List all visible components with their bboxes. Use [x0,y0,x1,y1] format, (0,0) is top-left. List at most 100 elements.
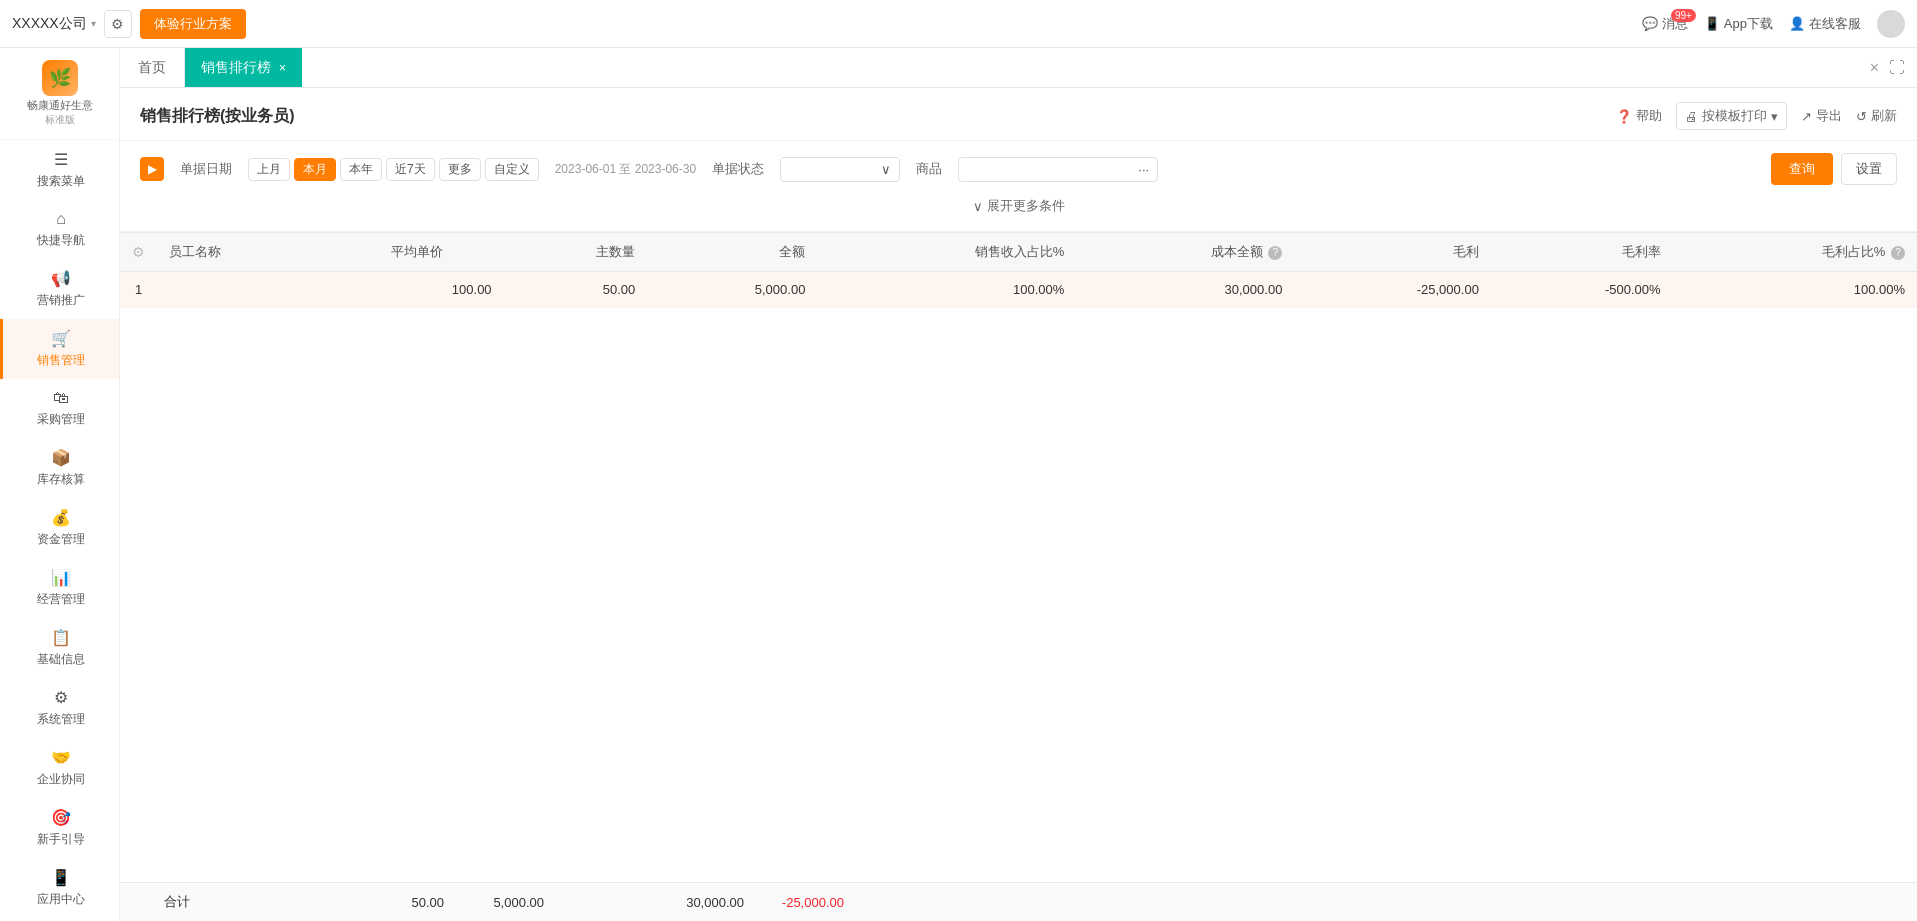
sidebar-item-marketing[interactable]: 📢 营销推广 [0,259,119,319]
sidebar: 🌿 畅康通好生意 标准版 ☰ 搜索菜单 ⌂ 快捷导航 📢 营销推广 🛒 销售管理… [0,48,120,921]
tab-sales-ranking[interactable]: 销售排行榜 × [185,48,302,87]
app-download-icon: 📱 [1704,16,1720,31]
print-button[interactable]: 🖨 按模板打印 ▾ [1676,102,1787,130]
sidebar-item-purchase[interactable]: 🛍 采购管理 [0,379,119,438]
export-label: 导出 [1816,107,1842,125]
sidebar-item-label: 资金管理 [37,531,85,548]
sidebar-item-enterprise[interactable]: 🤝 企业协同 [0,738,119,798]
date-range-text: 2023-06-01 至 2023-06-30 [555,161,696,178]
date-label: 单据日期 [180,160,232,178]
expand-conditions-button[interactable]: ∨ 展开更多条件 [963,193,1075,219]
goods-input[interactable]: ··· [958,157,1158,182]
page-header: 销售排行榜(按业务员) ❓ 帮助 🖨 按模板打印 ▾ ↗ 导出 [120,88,1917,141]
footer-amount: 5,000.00 [444,895,544,910]
date-btn-current-month[interactable]: 本月 [294,158,336,181]
th-settings: ⚙ [120,233,157,272]
top-bar: XXXXX公司 ▾ ⚙ 体验行业方案 💬 消息 99+ 📱 App下载 👤 在线… [0,0,1917,48]
sidebar-item-basic-info[interactable]: 📋 基础信息 [0,618,119,678]
col-settings-icon[interactable]: ⚙ [132,244,145,260]
gross-pct-info-icon[interactable]: ? [1891,246,1905,260]
inner-panel: 销售排行榜(按业务员) ❓ 帮助 🖨 按模板打印 ▾ ↗ 导出 [120,88,1917,921]
goods-more-icon: ··· [1138,162,1149,177]
sidebar-item-label: 经营管理 [37,591,85,608]
cell-qty: 50.00 [504,272,648,308]
date-btn-group: 上月 本月 本年 近7天 更多 自定义 [248,158,539,181]
sidebar-logo: 🌿 畅康通好生意 标准版 [0,48,119,140]
page-title: 销售排行榜(按业务员) [140,106,295,127]
enterprise-icon: 🤝 [51,748,71,767]
table-footer: 合计 50.00 5,000.00 30,000.00 -25,000.00 [120,882,1917,921]
sidebar-item-quick-nav[interactable]: ⌂ 快捷导航 [0,200,119,259]
refresh-label: 刷新 [1871,107,1897,125]
app-download-button[interactable]: 📱 App下载 [1704,15,1773,33]
refresh-button[interactable]: ↺ 刷新 [1856,107,1897,125]
app-center-icon: 📱 [51,868,71,887]
sidebar-item-guide[interactable]: 🎯 新手引导 [0,798,119,858]
export-button[interactable]: ↗ 导出 [1801,107,1842,125]
top-bar-left: XXXXX公司 ▾ ⚙ 体验行业方案 [12,9,1634,39]
th-sales-pct: 销售收入占比% [817,233,1076,272]
page-header-actions: ❓ 帮助 🖨 按模板打印 ▾ ↗ 导出 ↺ 刷新 [1616,102,1897,130]
tab-home[interactable]: 首页 [120,48,185,87]
avatar[interactable] [1877,10,1905,38]
company-selector[interactable]: XXXXX公司 ▾ [12,15,96,33]
top-bar-right: 💬 消息 99+ 📱 App下载 👤 在线客服 [1642,10,1905,38]
print-label: 按模板打印 [1702,107,1767,125]
printer-icon: 🖨 [1685,109,1698,124]
filter-area: ▶ 单据日期 上月 本月 本年 近7天 更多 自定义 2023-06-01 至 … [120,141,1917,232]
logo-sub: 标准版 [45,113,75,127]
settings-icon[interactable]: ⚙ [104,10,132,38]
th-amount: 全额 [647,233,817,272]
tab-bar-right: × ⛶ [1870,48,1917,87]
sidebar-item-label: 销售管理 [37,352,85,369]
sidebar-item-inventory[interactable]: 📦 库存核算 [0,438,119,498]
sidebar-item-sales[interactable]: 🛒 销售管理 [0,319,119,379]
trial-button[interactable]: 体验行业方案 [140,9,246,39]
message-button[interactable]: 💬 消息 99+ [1642,15,1688,33]
company-name-text: XXXXX公司 [12,15,87,33]
sidebar-item-operations[interactable]: 📊 经营管理 [0,558,119,618]
sidebar-item-finance[interactable]: 💰 资金管理 [0,498,119,558]
cell-avg-price: 100.00 [330,272,503,308]
export-icon: ↗ [1801,109,1812,124]
logo-icon: 🌿 [42,60,78,96]
sidebar-item-label: 采购管理 [37,411,85,428]
expand-label: 展开更多条件 [987,197,1065,215]
help-button[interactable]: ❓ 帮助 [1616,107,1662,125]
th-gross-pct: 毛利占比% ? [1673,233,1917,272]
date-btn-7days[interactable]: 近7天 [386,158,435,181]
window-close-icon[interactable]: × [1870,59,1879,77]
message-badge: 99+ [1671,9,1696,22]
cost-info-icon[interactable]: ? [1268,246,1282,260]
sidebar-item-search-order[interactable]: ☰ 搜索菜单 [0,140,119,200]
filter-row-1: ▶ 单据日期 上月 本月 本年 近7天 更多 自定义 2023-06-01 至 … [140,153,1897,185]
operations-icon: 📊 [51,568,71,587]
query-button[interactable]: 查询 [1771,153,1833,185]
tab-close-icon[interactable]: × [279,62,286,74]
date-btn-custom[interactable]: 自定义 [485,158,539,181]
sidebar-item-label: 搜索菜单 [37,173,85,190]
app-download-label: App下载 [1724,15,1773,33]
footer-qty: 50.00 [364,895,444,910]
date-btn-last-month[interactable]: 上月 [248,158,290,181]
window-expand-icon[interactable]: ⛶ [1889,59,1905,77]
tab-bar: 首页 销售排行榜 × × ⛶ [120,48,1917,88]
th-name-label: 员工名称 [169,244,221,259]
status-select[interactable]: ∨ [780,157,900,182]
search-order-icon: ☰ [54,150,68,169]
tab-active-label: 销售排行榜 [201,59,271,77]
sidebar-item-system[interactable]: ⚙ 系统管理 [0,678,119,738]
table-container: ⚙ 员工名称 平均单价 主数量 全额 销售收入占比% 成本全额 [120,232,1917,882]
cell-gross-pct: 100.00% [1673,272,1917,308]
settings-button[interactable]: 设置 [1841,153,1897,185]
date-btn-more[interactable]: 更多 [439,158,481,181]
sidebar-item-label: 营销推广 [37,292,85,309]
footer-gross: -25,000.00 [744,895,844,910]
sidebar-item-app-center[interactable]: 📱 应用中心 [0,858,119,918]
cell-gross-rate: -500.00% [1491,272,1673,308]
th-cost: 成本全额 ? [1076,233,1294,272]
filter-toggle-icon[interactable]: ▶ [140,157,164,181]
finance-icon: 💰 [51,508,71,527]
date-btn-current-year[interactable]: 本年 [340,158,382,181]
online-service-button[interactable]: 👤 在线客服 [1789,15,1861,33]
